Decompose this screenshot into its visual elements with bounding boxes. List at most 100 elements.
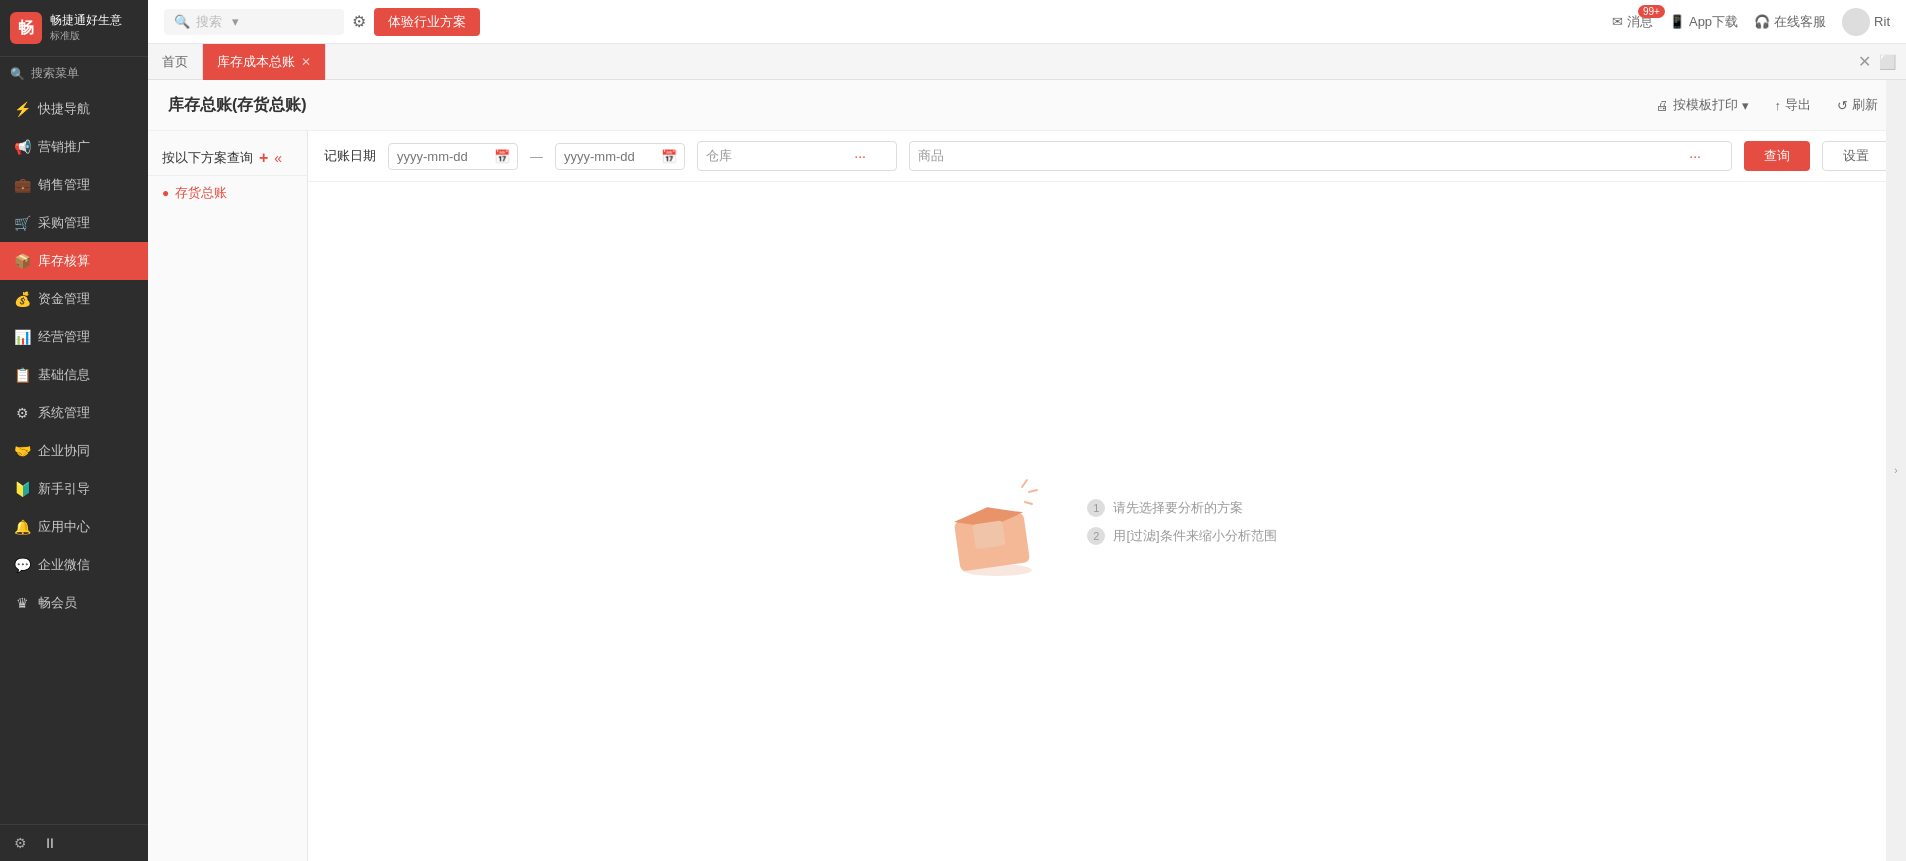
member-icon: ♛ [14, 595, 30, 611]
empty-illustration [937, 462, 1057, 582]
fold-scheme-btn[interactable]: « [274, 150, 282, 166]
app-download-action[interactable]: 📱 App下载 [1669, 13, 1738, 31]
online-service-action[interactable]: 🎧 在线客服 [1754, 13, 1826, 31]
refresh-btn[interactable]: ↺ 刷新 [1829, 92, 1886, 118]
settings-footer-icon[interactable]: ⚙ [14, 835, 27, 851]
settings-button[interactable]: 设置 [1822, 141, 1890, 171]
hint-num-1: 1 [1087, 499, 1105, 517]
calendar-end-icon[interactable]: 📅 [661, 149, 677, 164]
refresh-icon: ↺ [1837, 98, 1848, 113]
wxwork-icon: 💬 [14, 557, 30, 573]
sidebar-item-system[interactable]: ⚙ 系统管理 [0, 394, 148, 432]
purchase-icon: 🛒 [14, 215, 30, 231]
sidebar-item-marketing[interactable]: 📢 营销推广 [0, 128, 148, 166]
page-header: 库存总账(存货总账) 🖨 按模板打印 ▾ ↑ 导出 ↺ 刷新 [148, 80, 1906, 131]
sidebar-item-label: 系统管理 [38, 404, 90, 422]
app-edition: 标准版 [50, 29, 122, 43]
sidebar-item-purchase[interactable]: 🛒 采购管理 [0, 204, 148, 242]
topbar-actions: ✉ 消息 99+ 📱 App下载 🎧 在线客服 Rit [1612, 8, 1890, 36]
finance-icon: 💰 [14, 291, 30, 307]
sidebar-search[interactable]: 🔍 搜索菜单 [0, 57, 148, 90]
svg-line-2 [1022, 480, 1027, 487]
sidebar-item-finance[interactable]: 💰 资金管理 [0, 280, 148, 318]
tab-home-label: 首页 [162, 53, 188, 71]
empty-hint-2: 2 用[过滤]条件来缩小分析范围 [1087, 527, 1276, 545]
page-actions: 🖨 按模板打印 ▾ ↑ 导出 ↺ 刷新 [1648, 92, 1887, 118]
page-title: 库存总账(存货总账) [168, 95, 307, 116]
app-name: 畅捷通好生意 [50, 13, 122, 29]
tab-inventory-ledger-label: 库存成本总账 [217, 53, 295, 71]
service-icon: 🎧 [1754, 14, 1770, 29]
sidebar-item-label: 企业微信 [38, 556, 90, 574]
topbar-search-area[interactable]: 🔍 搜索 ▾ [164, 9, 344, 35]
sidebar-item-shortcut[interactable]: ⚡ 快捷导航 [0, 90, 148, 128]
filter-section-header: 按以下方案查询 + « [148, 141, 307, 176]
guide-icon: 🔰 [14, 481, 30, 497]
hint-num-2: 2 [1087, 527, 1105, 545]
system-icon: ⚙ [14, 405, 30, 421]
sidebar-item-member[interactable]: ♛ 畅会员 [0, 584, 148, 622]
sidebar-search-label: 搜索菜单 [31, 65, 79, 82]
user-avatar[interactable]: Rit [1842, 8, 1890, 36]
goods-placeholder: 商品 [918, 147, 944, 165]
warehouse-more-icon[interactable]: ··· [854, 148, 866, 164]
sidebar-item-guide[interactable]: 🔰 新手引导 [0, 470, 148, 508]
goods-select[interactable]: 商品 ··· [909, 141, 1732, 171]
sidebar-item-label: 新手引导 [38, 480, 90, 498]
right-close-handle[interactable]: › [1886, 131, 1906, 861]
tab-panel-close-btn[interactable]: ✕ [1858, 52, 1871, 71]
topbar-settings-icon[interactable]: ⚙ [352, 12, 366, 31]
print-dropdown-icon[interactable]: ▾ [1742, 98, 1749, 113]
search-icon: 🔍 [10, 67, 25, 81]
sidebar-item-label: 销售管理 [38, 176, 90, 194]
add-scheme-btn[interactable]: + [259, 149, 268, 167]
sidebar-item-operation[interactable]: 📊 经营管理 [0, 318, 148, 356]
sidebar-item-label: 采购管理 [38, 214, 90, 232]
messages-action[interactable]: ✉ 消息 99+ [1612, 13, 1653, 31]
inventory-icon: 📦 [14, 253, 30, 269]
message-icon: ✉ [1612, 14, 1623, 29]
warehouse-select[interactable]: 仓库 ··· [697, 141, 897, 171]
scheme-item-inventory-ledger[interactable]: ● 存货总账 [148, 176, 307, 210]
user-name: Rit [1874, 14, 1890, 29]
filter-section-label: 按以下方案查询 [162, 149, 253, 167]
sidebar-item-inventory[interactable]: 📦 库存核算 [0, 242, 148, 280]
tab-home[interactable]: 首页 [148, 44, 203, 80]
svg-line-3 [1029, 490, 1037, 492]
app-logo-icon: 畅 [10, 12, 42, 44]
topbar: 🔍 搜索 ▾ ⚙ 体验行业方案 ✉ 消息 99+ 📱 App下载 🎧 在线客服 [148, 0, 1906, 44]
sidebar-item-coop[interactable]: 🤝 企业协同 [0, 432, 148, 470]
basic-icon: 📋 [14, 367, 30, 383]
warehouse-placeholder: 仓库 [706, 147, 732, 165]
sidebar-item-label: 库存核算 [38, 252, 90, 270]
goods-more-icon[interactable]: ··· [1689, 148, 1701, 164]
trial-btn[interactable]: 体验行业方案 [374, 8, 480, 36]
sidebar-nav: ⚡ 快捷导航 📢 营销推广 💼 销售管理 🛒 采购管理 📦 库存核算 💰 资金管… [0, 90, 148, 824]
sidebar-item-label: 快捷导航 [38, 100, 90, 118]
sidebar-item-label: 畅会员 [38, 594, 77, 612]
topbar-search-icon: 🔍 [174, 14, 190, 29]
avatar-image [1842, 8, 1870, 36]
tabs-bar: 首页 库存成本总账 ✕ ✕ ⬜ [148, 44, 1906, 80]
query-button[interactable]: 查询 [1744, 141, 1810, 171]
print-btn[interactable]: 🖨 按模板打印 ▾ [1648, 92, 1757, 118]
tab-close-icon[interactable]: ✕ [301, 55, 311, 69]
appstore-icon: 🔔 [14, 519, 30, 535]
calendar-start-icon[interactable]: 📅 [494, 149, 510, 164]
messages-badge: 99+ [1638, 5, 1665, 18]
topbar-search-placeholder: 搜索 [196, 13, 222, 31]
export-btn[interactable]: ↑ 导出 [1767, 92, 1820, 118]
sidebar-item-basic[interactable]: 📋 基础信息 [0, 356, 148, 394]
print-icon: 🖨 [1656, 98, 1669, 113]
sidebar-item-wxwork[interactable]: 💬 企业微信 [0, 546, 148, 584]
date-separator: — [530, 149, 543, 164]
svg-line-4 [1025, 502, 1032, 504]
sidebar-item-appstore[interactable]: 🔔 应用中心 [0, 508, 148, 546]
refresh-label: 刷新 [1852, 96, 1878, 114]
tab-inventory-ledger[interactable]: 库存成本总账 ✕ [203, 44, 326, 80]
date-label-text: 记账日期 [324, 147, 376, 165]
sidebar-item-sales[interactable]: 💼 销售管理 [0, 166, 148, 204]
tab-expand-icon[interactable]: ⬜ [1879, 54, 1896, 70]
topbar-dropdown-icon[interactable]: ▾ [232, 14, 239, 29]
audio-footer-icon[interactable]: ⏸ [43, 835, 57, 851]
